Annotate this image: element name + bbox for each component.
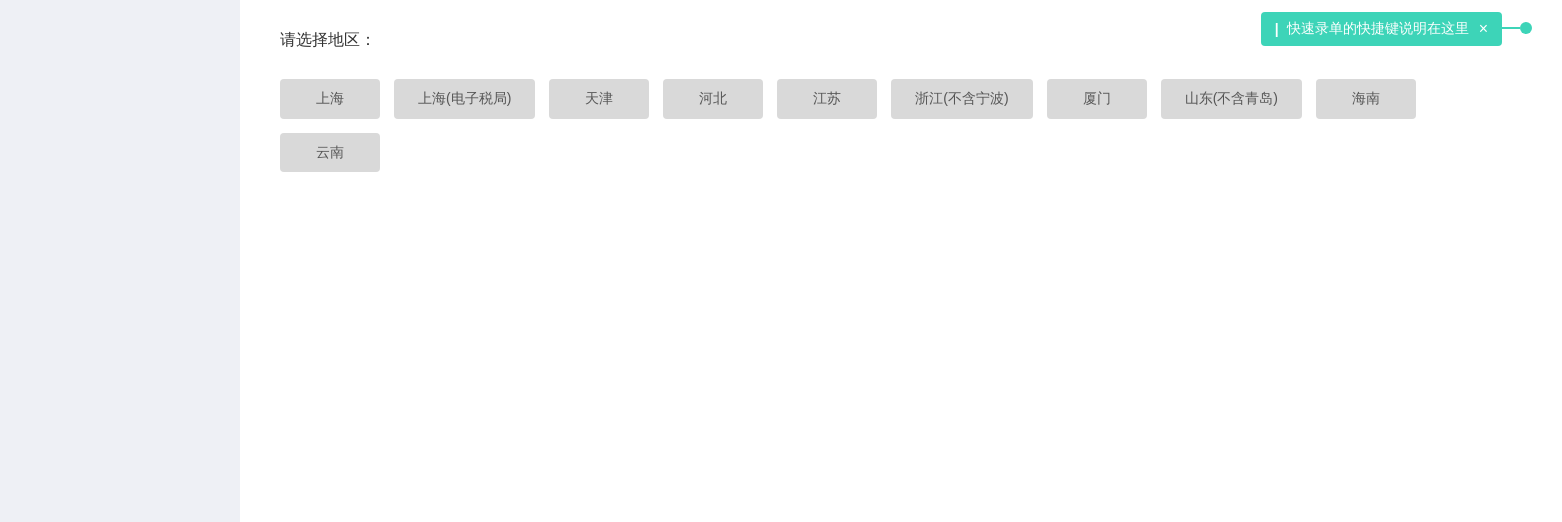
region-button-xiamen[interactable]: 厦门	[1047, 79, 1147, 119]
tooltip-banner: 快速录单的快捷键说明在这里 ×	[1261, 12, 1502, 46]
tooltip-line	[1500, 27, 1520, 29]
region-button-shandong[interactable]: 山东(不含青岛)	[1161, 79, 1302, 119]
tooltip-dot	[1520, 22, 1532, 34]
region-grid: 上海上海(电子税局) 天津河北江苏浙江(不含宁波) 厦门山东(不含青岛) 海南云南	[280, 79, 1522, 172]
tooltip-text: 快速录单的快捷键说明在这里	[1287, 20, 1469, 38]
region-button-hainan[interactable]: 海南	[1316, 79, 1416, 119]
region-button-shanghai[interactable]: 上海	[280, 79, 380, 119]
sidebar	[0, 0, 240, 522]
region-button-jiangsu[interactable]: 江苏	[777, 79, 877, 119]
region-button-zhejiang[interactable]: 浙江(不含宁波)	[891, 79, 1032, 119]
region-button-hebei[interactable]: 河北	[663, 79, 763, 119]
region-button-shanghai-etax[interactable]: 上海(电子税局)	[394, 79, 535, 119]
region-button-tianjin[interactable]: 天津	[549, 79, 649, 119]
tooltip-close-button[interactable]: ×	[1479, 21, 1488, 37]
main-content: 请选择地区： 上海上海(电子税局)天津河北江苏浙江(不含宁波)厦门山东(不含青岛…	[240, 0, 1562, 522]
region-button-yunnan[interactable]: 云南	[280, 133, 380, 173]
